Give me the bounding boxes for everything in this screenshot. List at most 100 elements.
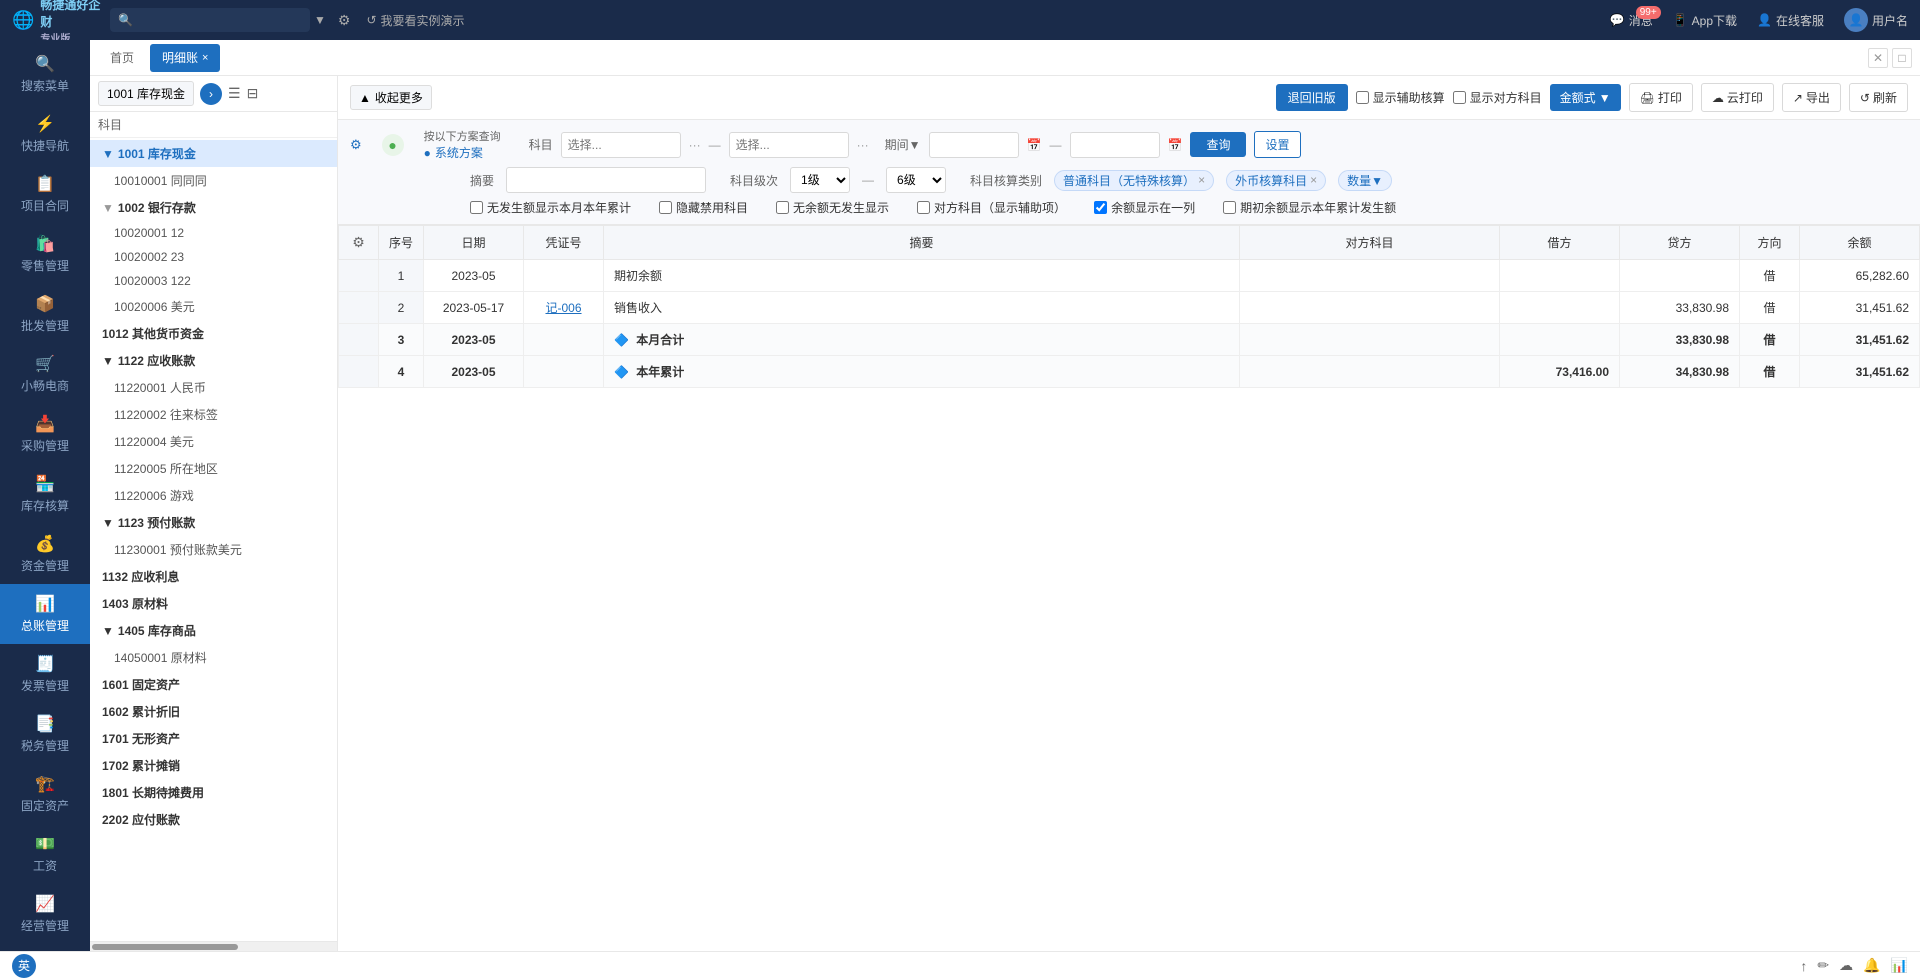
tree-item-10020001[interactable]: 10020001 12 [90,221,337,245]
top-search-input[interactable] [137,13,277,27]
filter-scheme-icon[interactable]: ● [382,134,404,156]
account-tree[interactable]: ▼ 1001 库存现金 10010001 同同同 ▼ 1002 银行存款 100… [90,138,337,941]
tab-close-icon[interactable]: × [202,52,208,64]
system-scheme[interactable]: ● 系统方案 [424,144,501,161]
level-from-select[interactable]: 1级2级3级 [790,167,850,193]
tree-item-1405[interactable]: ▼ 1405 库存商品 [90,617,337,644]
tree-item-1601[interactable]: 1601 固定资产 [90,671,337,698]
scrollbar-thumb[interactable] [92,944,238,950]
table-row[interactable]: 22023-05-17记-006销售收入33,830.98借31,451.62 [339,292,1920,324]
checkbox-2[interactable]: 隐藏禁用科目 [659,199,748,216]
show-aux-checkbox[interactable]: 显示辅助核算 [1356,89,1445,106]
tag2-close-icon[interactable]: × [1310,173,1317,187]
aux-checkbox-input[interactable] [1356,91,1369,104]
sidebar-item-search[interactable]: 🔍 搜索菜单 [0,44,90,104]
sidebar-item-salary[interactable]: 💵 工资 [0,824,90,884]
sidebar-item-business[interactable]: 📈 经营管理 [0,884,90,944]
period-end-input[interactable]: 2023-05 [1070,132,1160,158]
table-row[interactable]: 12023-05期初余额借65,282.60 [339,260,1920,292]
checkbox-2-input[interactable] [659,201,672,214]
sidebar-item-retail[interactable]: 🛍️ 零售管理 [0,224,90,284]
checkbox-5-input[interactable] [1094,201,1107,214]
table-row[interactable]: 42023-05🔷 本年累计73,416.0034,830.98借31,451.… [339,356,1920,388]
tree-item-1012[interactable]: 1012 其他货币资金 [90,320,337,347]
checkbox-5[interactable]: 余额显示在一列 [1094,199,1195,216]
online-service-btn[interactable]: 👤 在线客服 [1757,12,1824,29]
data-table-area[interactable]: ⚙ 序号 日期 凭证号 摘要 对方科目 借方 贷方 方向 余额 [338,225,1920,951]
refresh-btn[interactable]: ↺ 刷新 [1849,83,1908,112]
breadcrumb-nav[interactable]: 1001 库存现金 [98,81,194,106]
period-start-input[interactable]: 2023-05 [929,132,1019,158]
tree-item-11230001[interactable]: 11230001 预付账款美元 [90,536,337,563]
checkbox-6-input[interactable] [1223,201,1236,214]
subject-input-start[interactable] [561,132,681,158]
tree-item-1123[interactable]: ▼ 1123 预付账款 [90,509,337,536]
avatar[interactable]: 👤 [1844,8,1868,32]
sidebar-item-tax[interactable]: 📑 税务管理 [0,704,90,764]
message-btn[interactable]: 💬 消息 99+ [1610,12,1653,29]
left-panel-scrollbar[interactable] [90,941,337,951]
period-label[interactable]: 期间▼ [885,136,921,153]
th-settings[interactable]: ⚙ [339,226,379,260]
level-to-select[interactable]: 6级5级4级 [886,167,946,193]
tree-item-11220002[interactable]: 11220002 往来标签 [90,401,337,428]
tree-item-11220006[interactable]: 11220006 游戏 [90,482,337,509]
tree-item-10020002[interactable]: 10020002 23 [90,245,337,269]
arrow-up-icon[interactable]: ↑ [1800,958,1807,974]
sidebar-item-report[interactable]: 📉 小畅报销 [0,944,90,951]
tree-item-1122[interactable]: ▼ 1122 应收账款 [90,347,337,374]
user-avatar-area[interactable]: 👤 用户名 [1844,8,1908,32]
tree-item-1602[interactable]: 1602 累计折旧 [90,698,337,725]
checkbox-4-input[interactable] [917,201,930,214]
tree-item-14050001[interactable]: 14050001 原材料 [90,644,337,671]
sidebar-item-accounting[interactable]: 📊 总账管理 [0,584,90,644]
category-tag-1[interactable]: 普通科目（无特殊核算） × [1054,170,1214,191]
filter-settings-btn[interactable]: 设置 [1254,131,1300,158]
sidebar-item-capital[interactable]: 💰 资金管理 [0,524,90,584]
tree-item-1132[interactable]: 1132 应收利息 [90,563,337,590]
tree-item-10010001[interactable]: 10010001 同同同 [90,167,337,194]
chart-icon[interactable]: 📊 [1891,957,1908,974]
app-download-btn[interactable]: 📱 App下载 [1673,12,1737,29]
sidebar-item-inventory[interactable]: 🏪 库存核算 [0,464,90,524]
tree-item-1001[interactable]: ▼ 1001 库存现金 [90,140,337,167]
nav-arrow-btn[interactable]: › [200,83,222,105]
search-dropdown-icon[interactable]: ▼ [314,13,326,27]
sidebar-item-shortcut[interactable]: ⚡ 快捷导航 [0,104,90,164]
tree-item-1701[interactable]: 1701 无形资产 [90,725,337,752]
back-old-btn[interactable]: 退回旧版 [1276,84,1348,111]
tab-maximize-btn[interactable]: □ [1892,48,1912,68]
tree-item-1002[interactable]: ▼ 1002 银行存款 [90,194,337,221]
export-btn[interactable]: ↗ 导出 [1782,83,1841,112]
opposite-checkbox-input[interactable] [1453,91,1466,104]
sidebar-item-ecommerce[interactable]: 🛒 小畅电商 [0,344,90,404]
sidebar-item-fixed[interactable]: 🏗️ 固定资产 [0,764,90,824]
tree-item-1403[interactable]: 1403 原材料 [90,590,337,617]
tree-item-11220001[interactable]: 11220001 人民币 [90,374,337,401]
tab-detail[interactable]: 明细账 × [150,44,220,72]
sidebar-item-project[interactable]: 📋 项目合同 [0,164,90,224]
lang-btn[interactable]: 英 [12,954,36,978]
sidebar-item-wholesale[interactable]: 📦 批发管理 [0,284,90,344]
cloud-print-btn[interactable]: ☁ 云打印 [1701,83,1774,112]
show-opposite-checkbox[interactable]: 显示对方科目 [1453,89,1542,106]
period-cal-icon[interactable]: 📅 [1027,138,1042,152]
table-settings-icon[interactable]: ⚙ [352,234,365,250]
tree-item-1801[interactable]: 1801 长期待摊费用 [90,779,337,806]
tree-item-1702[interactable]: 1702 累计摊销 [90,752,337,779]
settings-icon[interactable]: ⚙ [338,12,351,29]
voucher-link[interactable]: 记-006 [546,301,582,315]
amount-format-btn[interactable]: 金额式 ▼ [1550,84,1621,111]
summary-input[interactable] [506,167,706,193]
subject-input-end[interactable] [729,132,849,158]
tree-item-10020006[interactable]: 10020006 美元 [90,293,337,320]
search-btn[interactable]: 查询 [1190,132,1246,157]
notification-icon[interactable]: 🔔 [1863,957,1880,974]
tab-home[interactable]: 首页 [98,44,146,72]
checkbox-1-input[interactable] [470,201,483,214]
tree-item-11220005[interactable]: 11220005 所在地区 [90,455,337,482]
table-row[interactable]: 32023-05🔷 本月合计33,830.98借31,451.62 [339,324,1920,356]
tab-close-btn[interactable]: ✕ [1868,48,1888,68]
expand-btn[interactable]: ▲ 收起更多 [350,85,432,110]
print-btn[interactable]: 🖨 打印 [1629,83,1693,112]
